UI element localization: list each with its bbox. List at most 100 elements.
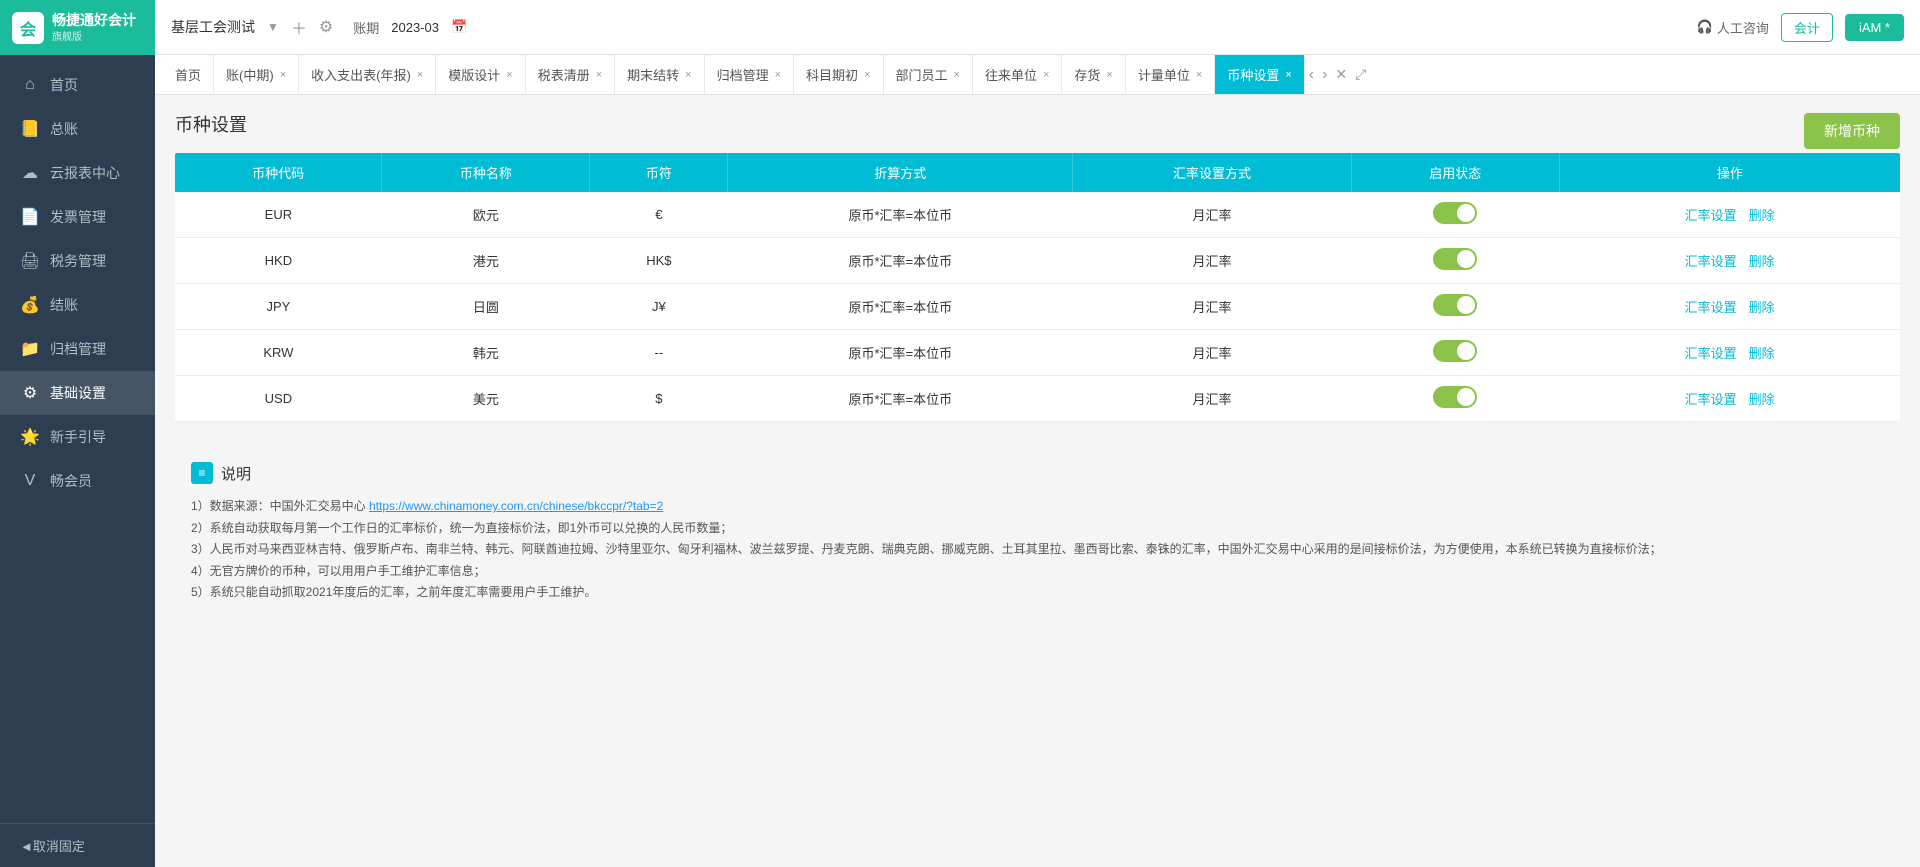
logo-sub: 旗舰版 — [52, 28, 136, 43]
tab-inventory[interactable]: 存货 × — [1062, 55, 1125, 95]
tab-archive[interactable]: 归档管理 × — [705, 55, 794, 95]
tab-close-icon[interactable]: × — [954, 69, 960, 81]
tab-nav-next[interactable]: › — [1318, 66, 1331, 84]
add-company-icon[interactable]: ＋ — [291, 15, 307, 39]
cell-actions: 汇率设置删除 — [1559, 284, 1900, 330]
calendar-icon[interactable]: 📅 — [451, 19, 467, 35]
notes-link[interactable]: https://www.chinamoney.com.cn/chinese/bk… — [369, 499, 663, 513]
tab-close-icon[interactable]: × — [1043, 69, 1049, 81]
company-dropdown-icon[interactable]: ▼ — [267, 20, 279, 34]
sidebar-item-label: 税务管理 — [50, 251, 106, 271]
tab-close-icon[interactable]: × — [685, 69, 691, 81]
tab-currency[interactable]: 币种设置 × — [1215, 55, 1304, 95]
member-icon: V — [20, 472, 40, 490]
sidebar-item-settings[interactable]: ⚙基础设置 — [0, 371, 155, 415]
tab-close-icon[interactable]: × — [864, 69, 870, 81]
enabled-toggle[interactable] — [1433, 386, 1477, 408]
sidebar-item-tax[interactable]: 🖨税务管理 — [0, 239, 155, 283]
tab-dept[interactable]: 部门员工 × — [884, 55, 973, 95]
header-right: 🎧 人工咨询 会计 iAM * — [1697, 13, 1904, 42]
sidebar-item-checkout[interactable]: 💰 结账 — [0, 283, 155, 327]
tab-label: 往来单位 — [985, 65, 1037, 84]
enabled-toggle[interactable] — [1433, 294, 1477, 316]
sidebar-item-label: 结账 — [50, 295, 78, 315]
tab-expand-icon[interactable]: ⤢ — [1351, 66, 1370, 83]
enabled-toggle[interactable] — [1433, 248, 1477, 270]
sidebar-item-reports[interactable]: ☁云报表中心 — [0, 151, 155, 195]
tab-close-icon[interactable]: × — [506, 69, 512, 81]
cell-1: 欧元 — [382, 192, 590, 238]
main-area: 基层工会测试 ▼ ＋ ⚙ 账期 2023-03 📅 🎧 人工咨询 会计 iAM … — [155, 0, 1920, 867]
tab-close-icon[interactable]: × — [596, 69, 602, 81]
tab-unit[interactable]: 计量单位 × — [1126, 55, 1215, 95]
account-button[interactable]: 会计 — [1781, 13, 1833, 42]
cell-1: 港元 — [382, 238, 590, 284]
sidebar-item-home[interactable]: ⌂首页 — [0, 63, 155, 107]
cell-3: 原币*汇率=本位币 — [728, 192, 1073, 238]
cell-actions: 汇率设置删除 — [1559, 192, 1900, 238]
sidebar-item-member[interactable]: V畅会员 — [0, 459, 155, 503]
cell-4: 月汇率 — [1073, 284, 1351, 330]
checkout-icon: 💰 — [20, 295, 40, 315]
tab-close-icon[interactable]: × — [1285, 69, 1291, 81]
enabled-toggle[interactable] — [1433, 202, 1477, 224]
rate-settings-link[interactable]: 汇率设置 — [1685, 254, 1737, 269]
new-currency-button[interactable]: 新增币种 — [1804, 113, 1900, 149]
headset-icon: 🎧 — [1697, 19, 1713, 35]
sidebar-item-guide[interactable]: 🌟新手引导 — [0, 415, 155, 459]
tab-supplier[interactable]: 往来单位 × — [973, 55, 1062, 95]
tab-label: 模版设计 — [448, 65, 500, 84]
rate-settings-link[interactable]: 汇率设置 — [1685, 208, 1737, 223]
tab-period[interactable]: 账(中期) × — [214, 55, 299, 95]
rate-settings-link[interactable]: 汇率设置 — [1685, 300, 1737, 315]
rate-settings-link[interactable]: 汇率设置 — [1685, 392, 1737, 407]
col-header: 操作 — [1559, 153, 1900, 192]
tab-close-icon[interactable]: × — [1196, 69, 1202, 81]
invoice-icon: 📄 — [20, 207, 40, 227]
cell-actions: 汇率设置删除 — [1559, 330, 1900, 376]
rate-settings-link[interactable]: 汇率设置 — [1685, 346, 1737, 361]
delete-link[interactable]: 删除 — [1749, 208, 1775, 223]
sidebar-item-invoice[interactable]: 📄发票管理 — [0, 195, 155, 239]
tab-label: 账(中期) — [226, 65, 274, 84]
help-label: 人工咨询 — [1717, 18, 1769, 37]
tab-template[interactable]: 模版设计 × — [436, 55, 525, 95]
delete-link[interactable]: 删除 — [1749, 346, 1775, 361]
tab-close-icon[interactable]: × — [417, 69, 423, 81]
period-value: 2023-03 — [391, 20, 439, 35]
sidebar-item-label: 云报表中心 — [50, 163, 120, 183]
cell-1: 韩元 — [382, 330, 590, 376]
tab-label: 存货 — [1074, 65, 1100, 84]
note-item-3: 4）无官方牌价的币种，可以用用户手工维护汇率信息； — [191, 561, 1884, 583]
home-icon: ⌂ — [20, 76, 40, 94]
tab-close-icon[interactable]: × — [280, 69, 286, 81]
notes-icon: ≡ — [191, 462, 213, 484]
company-name: 基层工会测试 — [171, 17, 255, 37]
tab-close-icon[interactable]: × — [775, 69, 781, 81]
settings-icon: ⚙ — [20, 383, 40, 403]
delete-link[interactable]: 删除 — [1749, 254, 1775, 269]
cell-3: 原币*汇率=本位币 — [728, 376, 1073, 422]
sidebar-item-ledger[interactable]: 📒总账 — [0, 107, 155, 151]
sidebar-item-archive[interactable]: 📁归档管理 — [0, 327, 155, 371]
tab-account_init[interactable]: 科目期初 × — [794, 55, 883, 95]
note-item-1: 2）系统自动获取每月第一个工作日的汇率标价，统一为直接标价法，即1外币可以兑换的… — [191, 518, 1884, 540]
cell-2: J¥ — [590, 284, 728, 330]
tab-tax[interactable]: 税表清册 × — [526, 55, 615, 95]
enabled-toggle[interactable] — [1433, 340, 1477, 362]
table-header-row: 币种代码币种名称币符折算方式汇率设置方式启用状态操作 — [175, 153, 1900, 192]
settings-icon[interactable]: ⚙ — [319, 17, 333, 37]
tab-label: 首页 — [175, 65, 201, 84]
delete-link[interactable]: 删除 — [1749, 392, 1775, 407]
tab-close-icon[interactable]: × — [1106, 69, 1112, 81]
user-button[interactable]: iAM * — [1845, 14, 1904, 41]
tab-nav-prev[interactable]: ‹ — [1305, 66, 1318, 84]
tab-home[interactable]: 首页 — [163, 55, 214, 95]
tab-close-all-icon[interactable]: ✕ — [1331, 66, 1351, 83]
help-button[interactable]: 🎧 人工咨询 — [1697, 18, 1769, 37]
notes-list: 1）数据来源：中国外汇交易中心 https://www.chinamoney.c… — [191, 496, 1884, 604]
tab-income[interactable]: 收入支出表(年报) × — [299, 55, 436, 95]
sidebar-pin-toggle[interactable]: ◄取消固定 — [0, 823, 155, 867]
delete-link[interactable]: 删除 — [1749, 300, 1775, 315]
tab-period_end[interactable]: 期末结转 × — [615, 55, 704, 95]
